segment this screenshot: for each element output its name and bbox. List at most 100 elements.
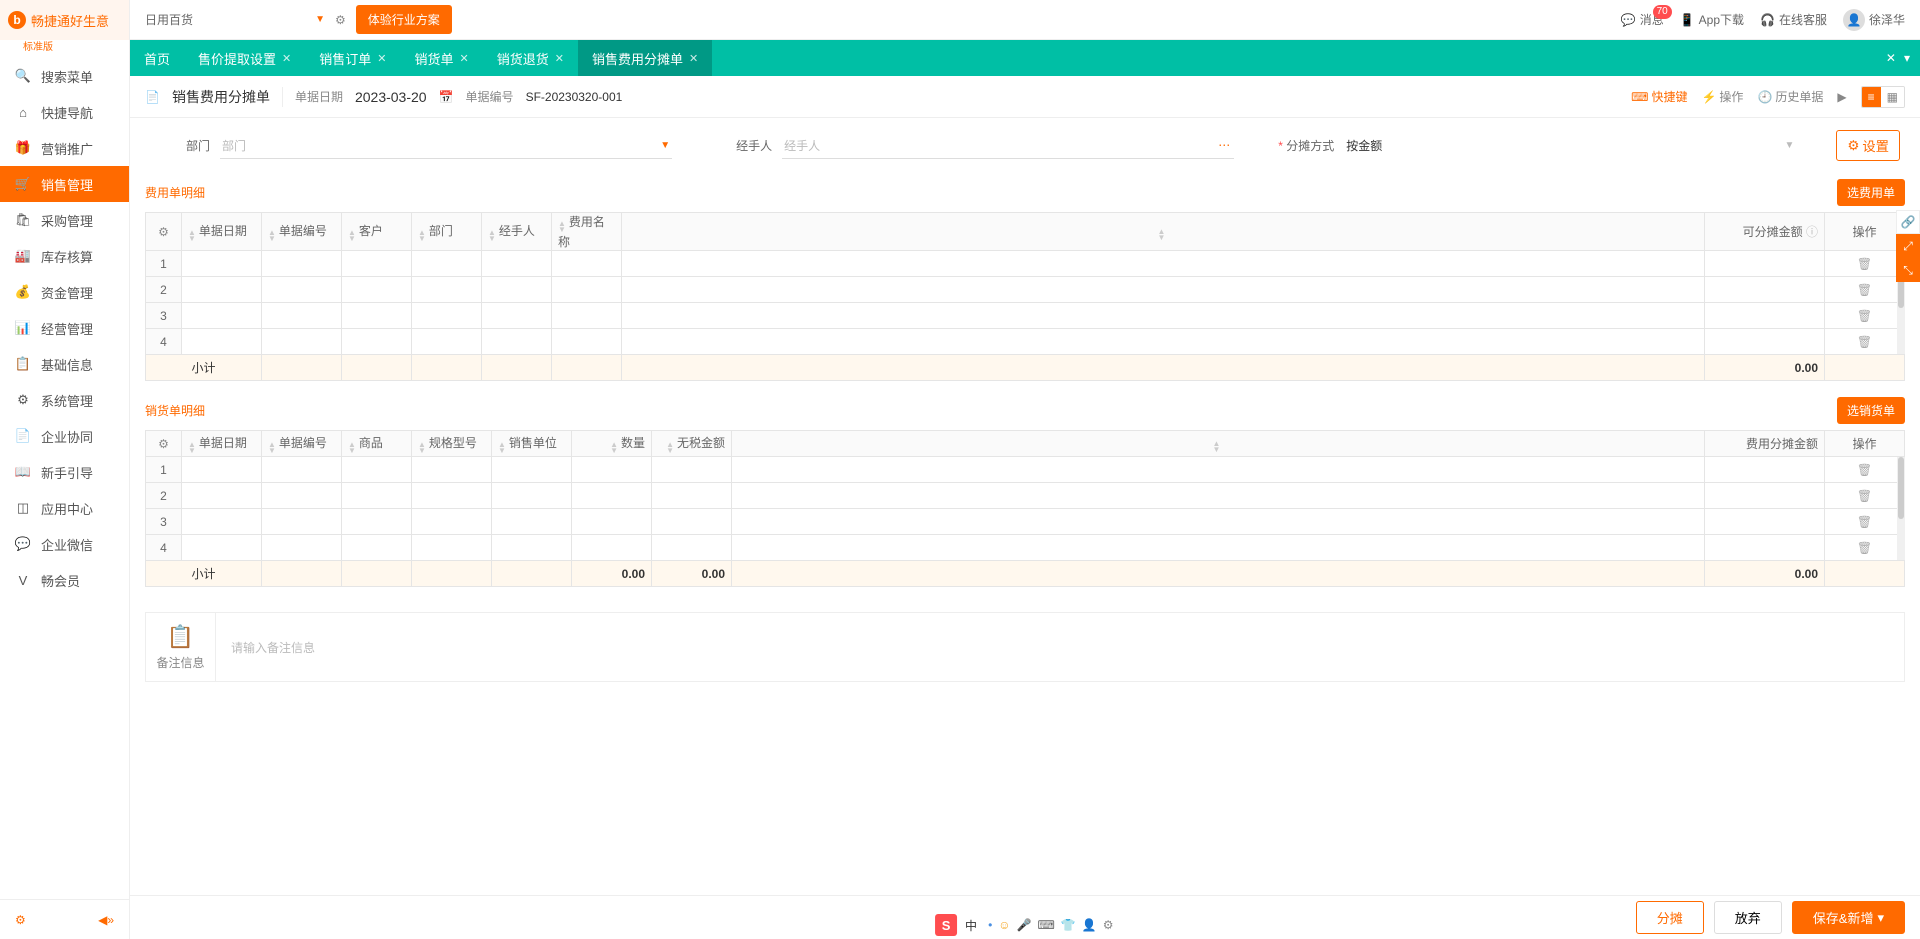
col-header[interactable]: ▲▼商品: [342, 431, 412, 457]
table-row[interactable]: 4🗑: [146, 535, 1905, 561]
col-header[interactable]: ▲▼部门: [412, 213, 482, 251]
col-header[interactable]: ▲▼单据编号: [262, 213, 342, 251]
messages-link[interactable]: 💬 消息 70: [1621, 11, 1664, 28]
tab-dropdown-icon[interactable]: ▾: [1904, 51, 1910, 65]
sidebar-item-list[interactable]: 📋基础信息: [0, 346, 129, 382]
sidebar-item-chart[interactable]: 📊经营管理: [0, 310, 129, 346]
table-row[interactable]: 1🗑: [146, 251, 1905, 277]
sidebar-item-home[interactable]: ⌂快捷导航: [0, 94, 129, 130]
col-header[interactable]: 费用分摊金额: [1705, 431, 1825, 457]
delete-icon[interactable]: 🗑: [1857, 515, 1872, 529]
col-header[interactable]: ▲▼客户: [342, 213, 412, 251]
alloc-button[interactable]: 分摊: [1636, 901, 1704, 934]
scrollbar[interactable]: [1897, 457, 1905, 560]
sidebar-item-cart[interactable]: 🛒销售管理: [0, 166, 129, 202]
table-row[interactable]: 1🗑: [146, 457, 1905, 483]
calendar-icon[interactable]: 📅: [439, 90, 454, 104]
date-value[interactable]: 2023-03-20: [355, 89, 427, 105]
sidebar-item-warehouse[interactable]: 🏭库存核算: [0, 238, 129, 274]
category-label: 日用百货: [145, 11, 193, 28]
sidebar-item-doc[interactable]: 📄企业协同: [0, 418, 129, 454]
sidebar-item-gear[interactable]: ⚙系统管理: [0, 382, 129, 418]
table-row[interactable]: 3🗑: [146, 509, 1905, 535]
close-icon[interactable]: ✕: [689, 52, 698, 65]
view-grid-button[interactable]: ▦: [1881, 87, 1904, 107]
chevron-right-icon[interactable]: ▶: [1837, 90, 1846, 104]
tab[interactable]: 售价提取设置✕: [184, 40, 305, 76]
settings-button[interactable]: ⚙ 设置: [1836, 130, 1900, 161]
history-link[interactable]: 🕘历史单据: [1757, 88, 1823, 105]
sidebar-item-wechat[interactable]: 💬企业微信: [0, 526, 129, 562]
col-header[interactable]: ▲▼无税金额: [652, 431, 732, 457]
close-icon[interactable]: ✕: [460, 52, 469, 65]
pick-expense-button[interactable]: 选费用单: [1837, 179, 1905, 206]
delete-icon[interactable]: 🗑: [1857, 463, 1872, 477]
close-icon[interactable]: ✕: [377, 52, 386, 65]
sidebar-item-coin[interactable]: 💰资金管理: [0, 274, 129, 310]
expand2-icon[interactable]: ⤡: [1896, 258, 1920, 282]
sidebar-item-app[interactable]: ◫应用中心: [0, 490, 129, 526]
col-header[interactable]: ▲▼单据日期: [182, 213, 262, 251]
user-menu[interactable]: 👤 徐泽华: [1843, 9, 1905, 31]
table-row[interactable]: 4🗑: [146, 329, 1905, 355]
col-header[interactable]: ▲▼销售单位: [492, 431, 572, 457]
close-icon[interactable]: ✕: [555, 52, 564, 65]
keyboard-icon: ⌨: [1631, 90, 1648, 104]
tab-close-all-icon[interactable]: ✕: [1886, 51, 1896, 65]
try-industry-button[interactable]: 体验行业方案: [356, 5, 452, 34]
col-header[interactable]: ▲▼单据日期: [182, 431, 262, 457]
shortcut-link[interactable]: ⌨快捷键: [1631, 88, 1687, 105]
alloc-select[interactable]: 按金额 ▼: [1344, 133, 1796, 158]
attach-icon[interactable]: 🔗: [1896, 210, 1920, 234]
table-row[interactable]: 2🗑: [146, 483, 1905, 509]
expand-icon[interactable]: ⤢: [1896, 234, 1920, 258]
delete-icon[interactable]: 🗑: [1857, 541, 1872, 555]
ime-lang[interactable]: 中: [965, 917, 977, 934]
col-header[interactable]: ▲▼规格型号: [412, 431, 492, 457]
dept-select[interactable]: 部门 ▼: [220, 133, 672, 159]
tab[interactable]: 销货单✕: [400, 40, 482, 76]
tab[interactable]: 销售费用分摊单✕: [578, 40, 712, 76]
save-new-button[interactable]: 保存&新增▾: [1792, 901, 1905, 934]
sidebar-item-book[interactable]: 📖新手引导: [0, 454, 129, 490]
category-settings-icon[interactable]: ⚙: [335, 13, 346, 27]
delete-icon[interactable]: 🗑: [1857, 489, 1872, 503]
table-row[interactable]: 2🗑: [146, 277, 1905, 303]
discard-button[interactable]: 放弃: [1714, 901, 1782, 934]
tab[interactable]: 首页: [130, 40, 184, 76]
gear-icon[interactable]: ⚙: [146, 213, 182, 251]
pick-sales-button[interactable]: 选销货单: [1837, 397, 1905, 424]
remark-input[interactable]: 请输入备注信息: [216, 639, 1904, 656]
alloc-label: 分摊方式: [1274, 137, 1334, 154]
support-link[interactable]: 🎧 在线客服: [1760, 11, 1827, 28]
col-header[interactable]: 可分摊金额 ⓘ: [1705, 213, 1825, 251]
collapse-icon[interactable]: ◀»: [98, 913, 114, 927]
ime-icons[interactable]: •☺🎤⌨👕👤⚙: [985, 918, 1116, 932]
col-header[interactable]: ▲▼费用名称: [552, 213, 622, 251]
col-header[interactable]: ▲▼单据编号: [262, 431, 342, 457]
col-header[interactable]: ▲▼经手人: [482, 213, 552, 251]
category-select[interactable]: 日用百货 ▼: [145, 11, 325, 28]
gear-icon[interactable]: ⚙: [15, 913, 26, 927]
delete-icon[interactable]: 🗑: [1857, 309, 1872, 323]
sidebar-item-gift[interactable]: 🎁营销推广: [0, 130, 129, 166]
close-icon[interactable]: ✕: [282, 52, 291, 65]
sidebar-item-vip[interactable]: V畅会员: [0, 562, 129, 598]
col-header[interactable]: ▲▼数量: [572, 431, 652, 457]
table-row[interactable]: 3🗑: [146, 303, 1905, 329]
app-download-link[interactable]: 📱 App下载: [1680, 11, 1744, 28]
tab[interactable]: 销售订单✕: [305, 40, 400, 76]
delete-icon[interactable]: 🗑: [1857, 335, 1872, 349]
sidebar-item-search[interactable]: 🔍搜索菜单: [0, 58, 129, 94]
delete-icon[interactable]: 🗑: [1857, 257, 1872, 271]
delete-icon[interactable]: 🗑: [1857, 283, 1872, 297]
gear-icon[interactable]: ⚙: [146, 431, 182, 457]
action-link[interactable]: ⚡操作: [1701, 88, 1743, 105]
sidebar-item-label: 库存核算: [41, 247, 93, 266]
tab[interactable]: 销货退货✕: [483, 40, 578, 76]
ime-logo-icon[interactable]: S: [935, 914, 957, 936]
sidebar-item-bag[interactable]: 🛍采购管理: [0, 202, 129, 238]
handler-select[interactable]: 经手人 ⋯: [782, 133, 1234, 159]
sidebar-item-label: 畅会员: [41, 571, 80, 590]
view-list-button[interactable]: ≡: [1862, 87, 1881, 107]
